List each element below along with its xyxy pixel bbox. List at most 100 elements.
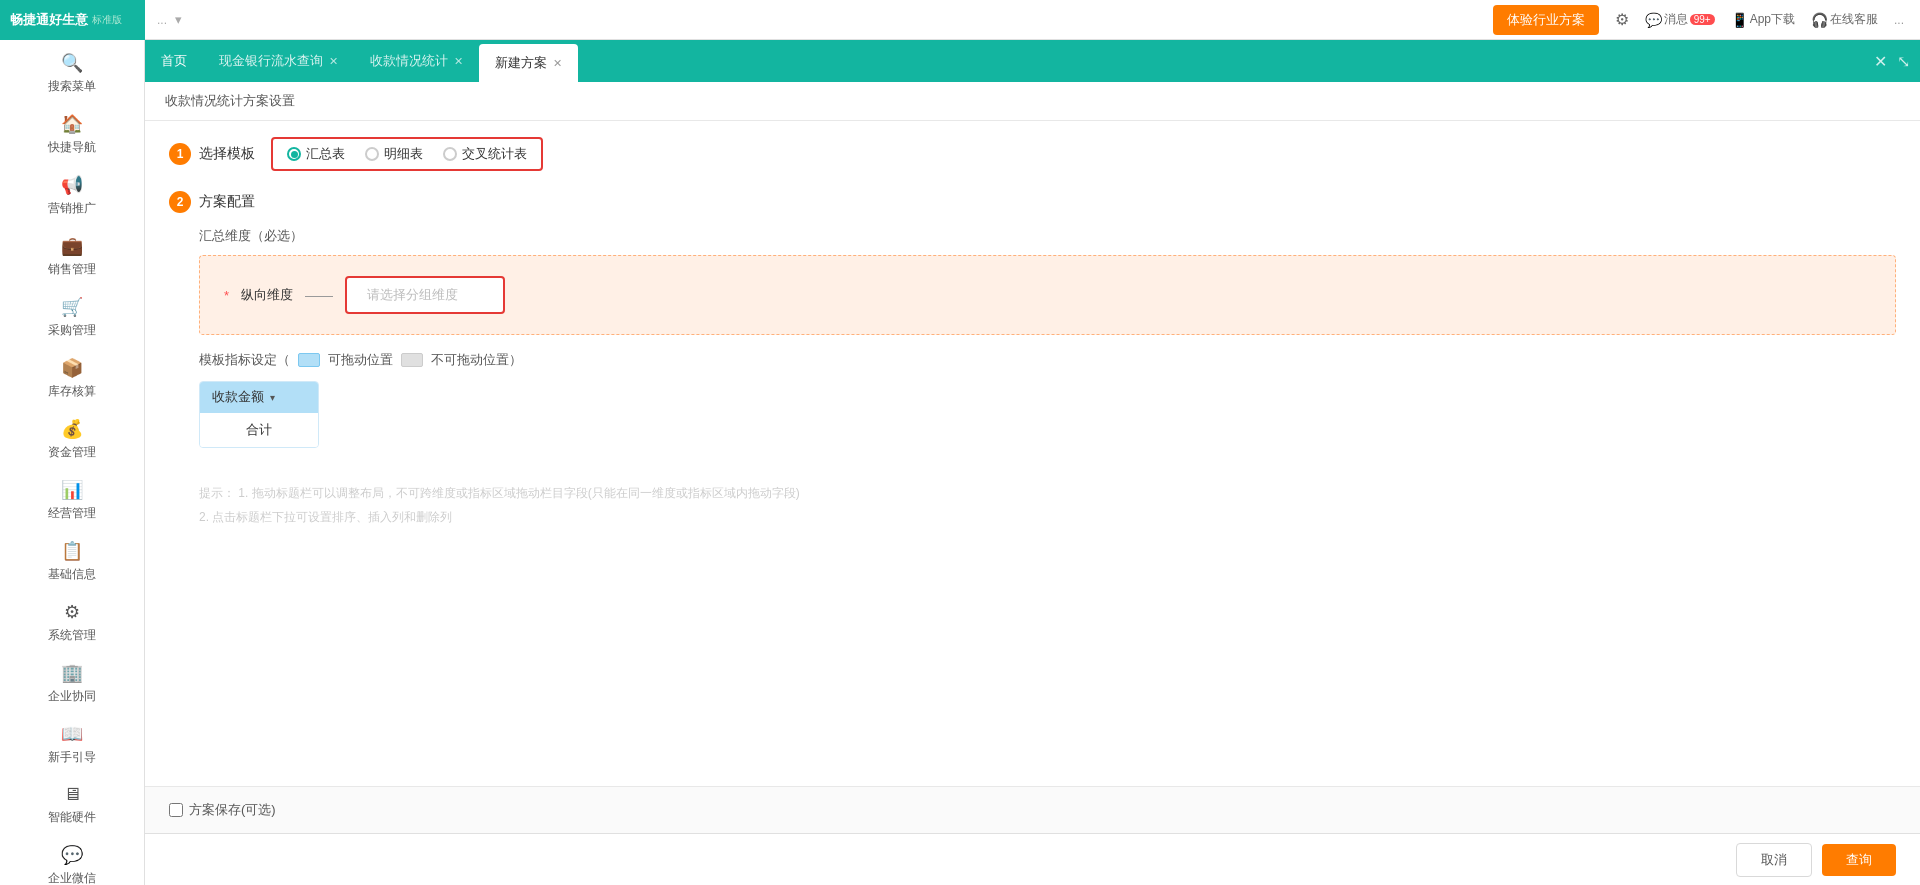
guide-icon: 📖 — [61, 723, 83, 745]
user-info: ... — [1894, 13, 1904, 27]
sidebar-label-purchase: 采购管理 — [48, 322, 96, 339]
step2-label: 方案配置 — [199, 193, 255, 211]
dim-row: * 纵向维度 —— 请选择分组维度 — [224, 276, 1871, 314]
sidebar-item-marketing[interactable]: 📢 营销推广 — [0, 164, 144, 225]
sidebar-item-management[interactable]: 📊 经营管理 — [0, 469, 144, 530]
page-header: 收款情况统计方案设置 — [145, 82, 1920, 121]
notifications-label: 消息 — [1664, 11, 1688, 28]
tab-new-plan[interactable]: 新建方案 ✕ — [479, 44, 578, 82]
sidebar-item-purchase[interactable]: 🛒 采购管理 — [0, 286, 144, 347]
sidebar-label-guide: 新手引导 — [48, 749, 96, 766]
step2-row: 2 方案配置 汇总维度（必选） * 纵向维度 —— 请选择分组维度 — [169, 191, 1896, 529]
tab-cashflow-label: 现金银行流水查询 — [219, 52, 323, 70]
dimension-area: * 纵向维度 —— 请选择分组维度 — [199, 255, 1896, 335]
stat-table: 收款金额 ▾ 合计 — [199, 381, 319, 448]
sidebar-label-inventory: 库存核算 — [48, 383, 96, 400]
step1-label: 选择模板 — [199, 145, 255, 163]
trial-button[interactable]: 体验行业方案 — [1493, 5, 1599, 35]
notifications-btn[interactable]: 💬 消息 99+ — [1645, 11, 1715, 28]
cancel-button[interactable]: 取消 — [1736, 843, 1812, 877]
sidebar-item-base-info[interactable]: 📋 基础信息 — [0, 530, 144, 591]
draggable-legend-label: 可拖动位置 — [328, 351, 393, 369]
sidebar-label-management: 经营管理 — [48, 505, 96, 522]
tab-bar-close-icon[interactable]: ✕ — [1874, 52, 1887, 71]
draggable-legend-box — [298, 353, 320, 367]
dim-input-box[interactable]: 请选择分组维度 — [345, 276, 505, 314]
vertical-dim-label: 纵向维度 — [241, 286, 293, 304]
wechat-icon: 💬 — [61, 844, 83, 866]
sidebar-item-sales[interactable]: 💼 销售管理 — [0, 225, 144, 286]
summary-dim-label: 汇总维度（必选） — [199, 227, 1896, 245]
sidebar-item-hardware[interactable]: 🖥 智能硬件 — [0, 774, 144, 834]
gear-icon[interactable]: ⚙ — [1615, 10, 1629, 29]
tab-new-plan-label: 新建方案 — [495, 54, 547, 72]
download-label: App下载 — [1750, 11, 1795, 28]
indicators-title: 模板指标设定（ — [199, 351, 290, 369]
sidebar-item-wechat[interactable]: 💬 企业微信 — [0, 834, 144, 885]
sales-icon: 💼 — [61, 235, 83, 257]
query-button[interactable]: 查询 — [1822, 844, 1896, 876]
dropdown-arrow-icon[interactable]: ▾ — [175, 12, 182, 27]
indicators-legend-row: 模板指标设定（ 可拖动位置 不可拖动位置） — [199, 351, 1896, 369]
radio-summary[interactable]: 汇总表 — [287, 145, 345, 163]
service-btn[interactable]: 🎧 在线客服 — [1811, 11, 1878, 28]
tab-home-label: 首页 — [161, 52, 187, 70]
finance-icon: 💰 — [61, 418, 83, 440]
base-info-icon: 📋 — [61, 540, 83, 562]
sidebar-item-inventory[interactable]: 📦 库存核算 — [0, 347, 144, 408]
tab-collection-stat-label: 收款情况统计 — [370, 52, 448, 70]
download-btn[interactable]: 📱 App下载 — [1731, 11, 1795, 28]
stat-header-label: 收款金额 — [212, 388, 264, 406]
marketing-icon: 📢 — [61, 174, 83, 196]
home-icon: 🏠 — [61, 113, 83, 135]
sidebar-label-search: 搜索菜单 — [48, 78, 96, 95]
management-icon: 📊 — [61, 479, 83, 501]
sidebar-item-enterprise[interactable]: 🏢 企业协同 — [0, 652, 144, 713]
sidebar-label-nav: 快捷导航 — [48, 139, 96, 156]
indicators-section: 模板指标设定（ 可拖动位置 不可拖动位置） 收款金额 ▾ — [199, 351, 1896, 451]
sidebar-item-search[interactable]: 🔍 搜索菜单 — [0, 40, 144, 103]
sidebar-item-nav[interactable]: 🏠 快捷导航 — [0, 103, 144, 164]
tab-home[interactable]: 首页 — [145, 40, 203, 82]
tips-section: 提示： 1. 拖动标题栏可以调整布局，不可跨维度或指标区域拖动栏目字段(只能在同… — [199, 481, 1896, 529]
radio-crosstab-label: 交叉统计表 — [462, 145, 527, 163]
hardware-icon: 🖥 — [63, 784, 81, 805]
template-radio-group: 汇总表 明细表 交叉统计表 — [271, 137, 543, 171]
notifications-badge: 99+ — [1690, 14, 1715, 25]
purchase-icon: 🛒 — [61, 296, 83, 318]
radio-summary-label: 汇总表 — [306, 145, 345, 163]
bottom-section: 方案保存(可选) — [145, 786, 1920, 833]
tab-cashflow-close[interactable]: ✕ — [329, 55, 338, 68]
save-plan-checkbox-label[interactable]: 方案保存(可选) — [169, 801, 276, 819]
sidebar-label-hardware: 智能硬件 — [48, 809, 96, 826]
non-draggable-legend-label: 不可拖动位置） — [431, 351, 522, 369]
stat-header[interactable]: 收款金额 ▾ — [200, 382, 318, 413]
step1-row: 1 选择模板 汇总表 明细表 — [169, 137, 1896, 171]
required-mark: * — [224, 288, 229, 303]
radio-detail[interactable]: 明细表 — [365, 145, 423, 163]
tab-collection-stat-close[interactable]: ✕ — [454, 55, 463, 68]
tab-collection-stat[interactable]: 收款情况统计 ✕ — [354, 40, 479, 82]
sidebar-item-system[interactable]: ⚙ 系统管理 — [0, 591, 144, 652]
tab-cashflow[interactable]: 现金银行流水查询 ✕ — [203, 40, 354, 82]
stat-body-label: 合计 — [246, 422, 272, 437]
logo: 畅捷通好生意 标准版 — [0, 0, 145, 40]
step2-badge: 2 — [169, 191, 191, 213]
nav-breadcrumb: ... — [157, 13, 167, 27]
sidebar-item-guide[interactable]: 📖 新手引导 — [0, 713, 144, 774]
save-plan-checkbox[interactable] — [169, 803, 183, 817]
page-header-title: 收款情况统计方案设置 — [165, 93, 295, 108]
search-icon: 🔍 — [61, 52, 83, 74]
tab-bar: 首页 现金银行流水查询 ✕ 收款情况统计 ✕ 新建方案 ✕ ✕ ⤡ — [145, 40, 1920, 82]
radio-crosstab[interactable]: 交叉统计表 — [443, 145, 527, 163]
tip-2: 2. 点击标题栏下拉可设置排序、插入列和删除列 — [199, 505, 1896, 529]
sidebar-label-sales: 销售管理 — [48, 261, 96, 278]
sidebar-item-finance[interactable]: 💰 资金管理 — [0, 408, 144, 469]
dim-arrow: —— — [305, 287, 333, 303]
logo-text: 畅捷通好生意 — [10, 11, 88, 29]
tab-bar-expand-icon[interactable]: ⤡ — [1897, 52, 1910, 71]
inventory-icon: 📦 — [61, 357, 83, 379]
tab-new-plan-close[interactable]: ✕ — [553, 57, 562, 70]
step1-badge: 1 — [169, 143, 191, 165]
sidebar-label-marketing: 营销推广 — [48, 200, 96, 217]
